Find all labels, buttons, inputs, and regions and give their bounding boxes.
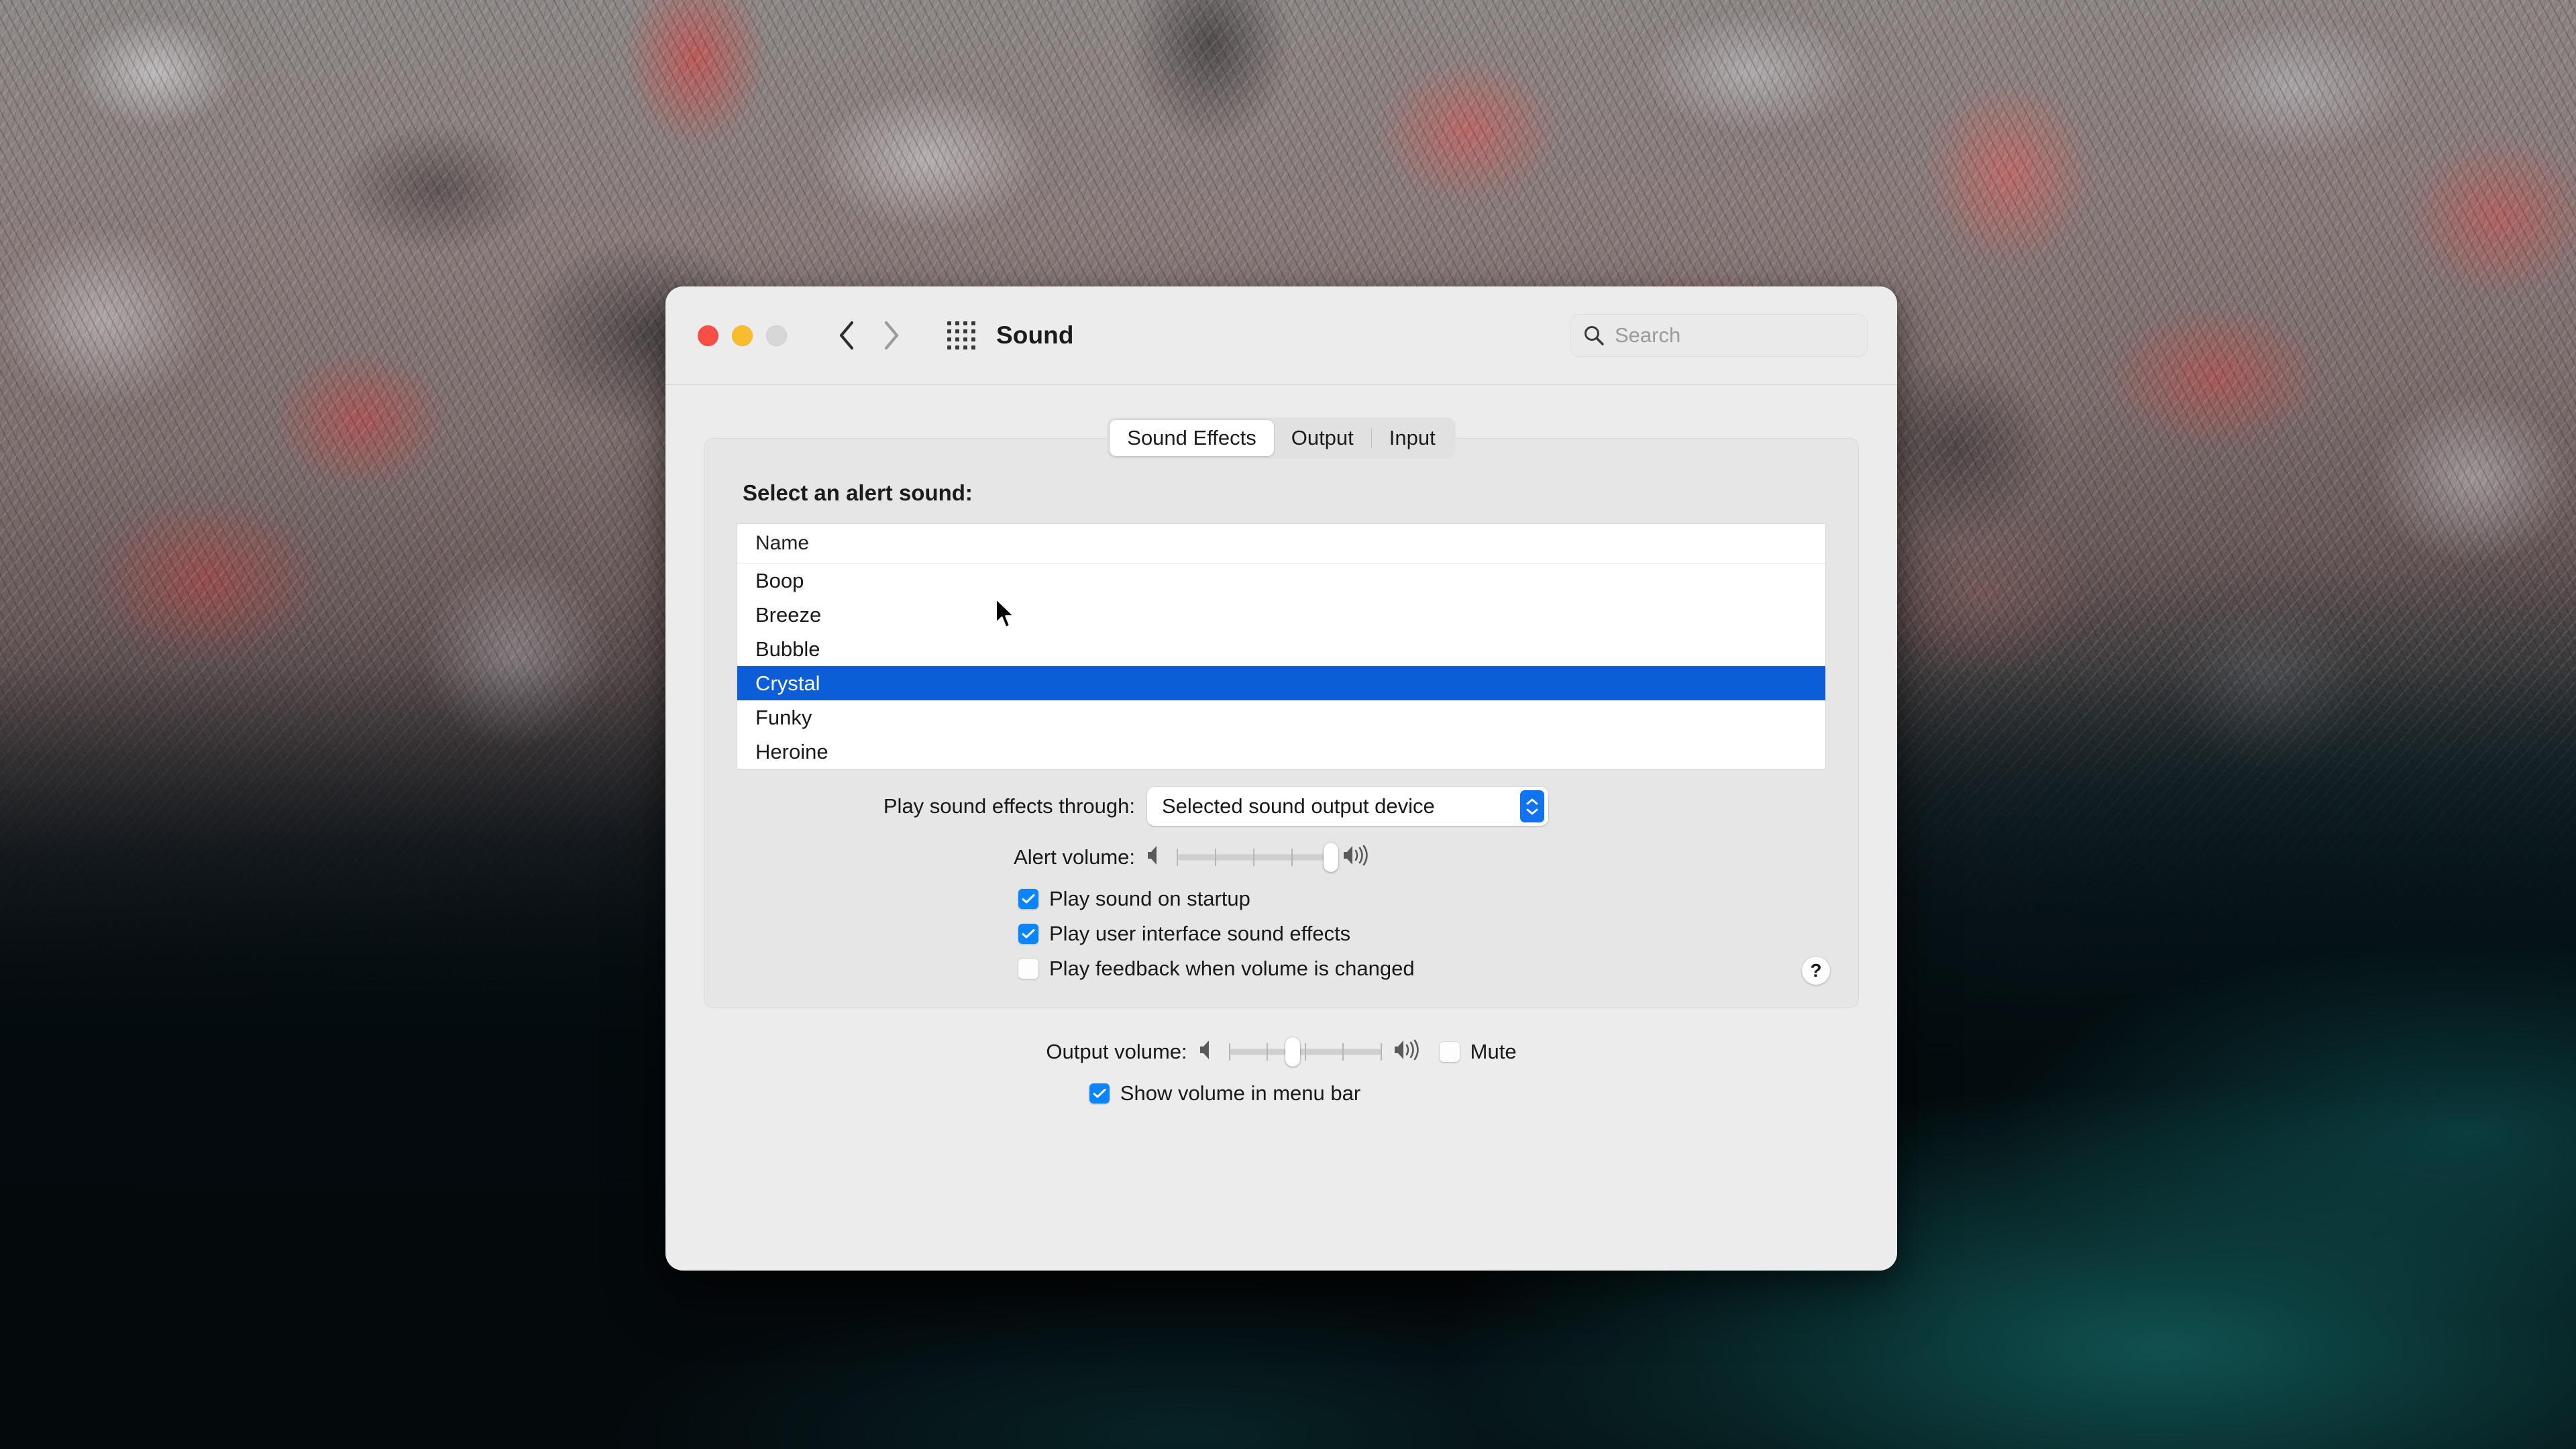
traffic-light-group bbox=[698, 325, 787, 346]
checkbox-row-play-feedback-volume[interactable]: Play feedback when volume is changed bbox=[1018, 957, 1826, 981]
output-volume-control bbox=[1198, 1036, 1422, 1067]
chevron-updown-icon[interactable] bbox=[1520, 790, 1544, 822]
grid-view-icon[interactable] bbox=[945, 319, 977, 352]
close-button[interactable] bbox=[698, 325, 718, 346]
alert-volume-row: Alert volume: bbox=[737, 842, 1826, 872]
checkbox-label: Play user interface sound effects bbox=[1049, 922, 1351, 945]
output-volume-row: Output volume: Mute bbox=[1046, 1036, 1517, 1067]
list-item[interactable]: Funky bbox=[737, 700, 1825, 735]
checkbox-label: Play sound on startup bbox=[1049, 887, 1250, 910]
window-content: Sound Effects Output Input Select an ale… bbox=[665, 385, 1897, 1271]
tab-bar: Sound Effects Output Input bbox=[1107, 417, 1456, 459]
search-input[interactable] bbox=[1615, 323, 1855, 347]
output-volume-label: Output volume: bbox=[1046, 1039, 1187, 1063]
navigation-buttons bbox=[835, 320, 902, 351]
help-button[interactable]: ? bbox=[1802, 957, 1830, 985]
sound-preferences-window: Sound Sound Effects Output Input Select … bbox=[665, 286, 1897, 1271]
alert-volume-control bbox=[1146, 842, 1371, 872]
checkbox-label: Show volume in menu bar bbox=[1120, 1081, 1361, 1105]
list-rows: Boop Breeze Bubble Crystal Funky Heroine bbox=[737, 564, 1825, 769]
alert-volume-label: Alert volume: bbox=[1014, 845, 1135, 869]
checkbox-mute[interactable] bbox=[1439, 1041, 1460, 1062]
speaker-low-icon bbox=[1146, 843, 1166, 871]
checkbox-play-feedback-volume[interactable] bbox=[1018, 959, 1038, 979]
speaker-low-icon bbox=[1198, 1038, 1218, 1065]
checkbox-label: Play feedback when volume is changed bbox=[1049, 957, 1415, 980]
sound-effects-pane: Select an alert sound: Name Boop Breeze … bbox=[704, 438, 1859, 1008]
window-titlebar: Sound bbox=[665, 286, 1897, 385]
page-title: Sound bbox=[996, 321, 1074, 349]
list-column-header-name[interactable]: Name bbox=[737, 524, 1825, 564]
list-item[interactable]: Bubble bbox=[737, 632, 1825, 666]
alert-volume-slider[interactable] bbox=[1177, 842, 1338, 872]
output-device-row: Play sound effects through: Selected sou… bbox=[737, 787, 1826, 826]
slider-track bbox=[1228, 1049, 1382, 1055]
list-item[interactable]: Boop bbox=[737, 564, 1825, 598]
search-field[interactable] bbox=[1570, 314, 1868, 357]
checkbox-row-show-volume-menu-bar[interactable]: Show volume in menu bar bbox=[1089, 1081, 1360, 1106]
slider-thumb[interactable] bbox=[1285, 1036, 1301, 1067]
list-item[interactable]: Breeze bbox=[737, 598, 1825, 632]
chevron-left-icon[interactable] bbox=[835, 320, 858, 351]
slider-track bbox=[1177, 854, 1331, 860]
minimize-button[interactable] bbox=[732, 325, 753, 346]
list-item-selected[interactable]: Crystal bbox=[737, 666, 1825, 700]
list-item[interactable]: Heroine bbox=[737, 735, 1825, 769]
tab-sound-effects[interactable]: Sound Effects bbox=[1110, 420, 1274, 456]
alert-sound-list[interactable]: Name Boop Breeze Bubble Crystal Funky He… bbox=[737, 523, 1826, 769]
zoom-button[interactable] bbox=[766, 325, 787, 346]
search-icon bbox=[1582, 324, 1605, 347]
chevron-right-icon[interactable] bbox=[879, 320, 902, 351]
checkbox-row-mute[interactable]: Mute bbox=[1439, 1039, 1517, 1064]
checkbox-play-ui-sound-effects[interactable] bbox=[1018, 924, 1038, 944]
sound-options-group: Play sound on startup Play user interfac… bbox=[1018, 887, 1826, 981]
pane-title: Select an alert sound: bbox=[743, 480, 973, 505]
grid-dots bbox=[947, 321, 975, 350]
speaker-high-icon bbox=[1393, 1038, 1422, 1065]
output-volume-section: Output volume: Mute Show volume in menu … bbox=[704, 1036, 1859, 1106]
checkbox-row-play-sound-on-startup[interactable]: Play sound on startup bbox=[1018, 887, 1826, 911]
tab-output[interactable]: Output bbox=[1274, 420, 1371, 456]
checkbox-row-play-ui-sound-effects[interactable]: Play user interface sound effects bbox=[1018, 922, 1826, 946]
tab-input[interactable]: Input bbox=[1372, 420, 1453, 456]
speaker-high-icon bbox=[1342, 843, 1371, 871]
output-device-value: Selected sound output device bbox=[1162, 794, 1435, 818]
slider-thumb[interactable] bbox=[1324, 842, 1338, 872]
checkbox-play-sound-on-startup[interactable] bbox=[1018, 889, 1038, 909]
output-volume-slider[interactable] bbox=[1228, 1036, 1382, 1067]
checkbox-show-volume-menu-bar[interactable] bbox=[1089, 1083, 1110, 1104]
output-device-select[interactable]: Selected sound output device bbox=[1147, 787, 1548, 826]
checkbox-label: Mute bbox=[1470, 1039, 1517, 1063]
output-device-label: Play sound effects through: bbox=[883, 794, 1135, 818]
